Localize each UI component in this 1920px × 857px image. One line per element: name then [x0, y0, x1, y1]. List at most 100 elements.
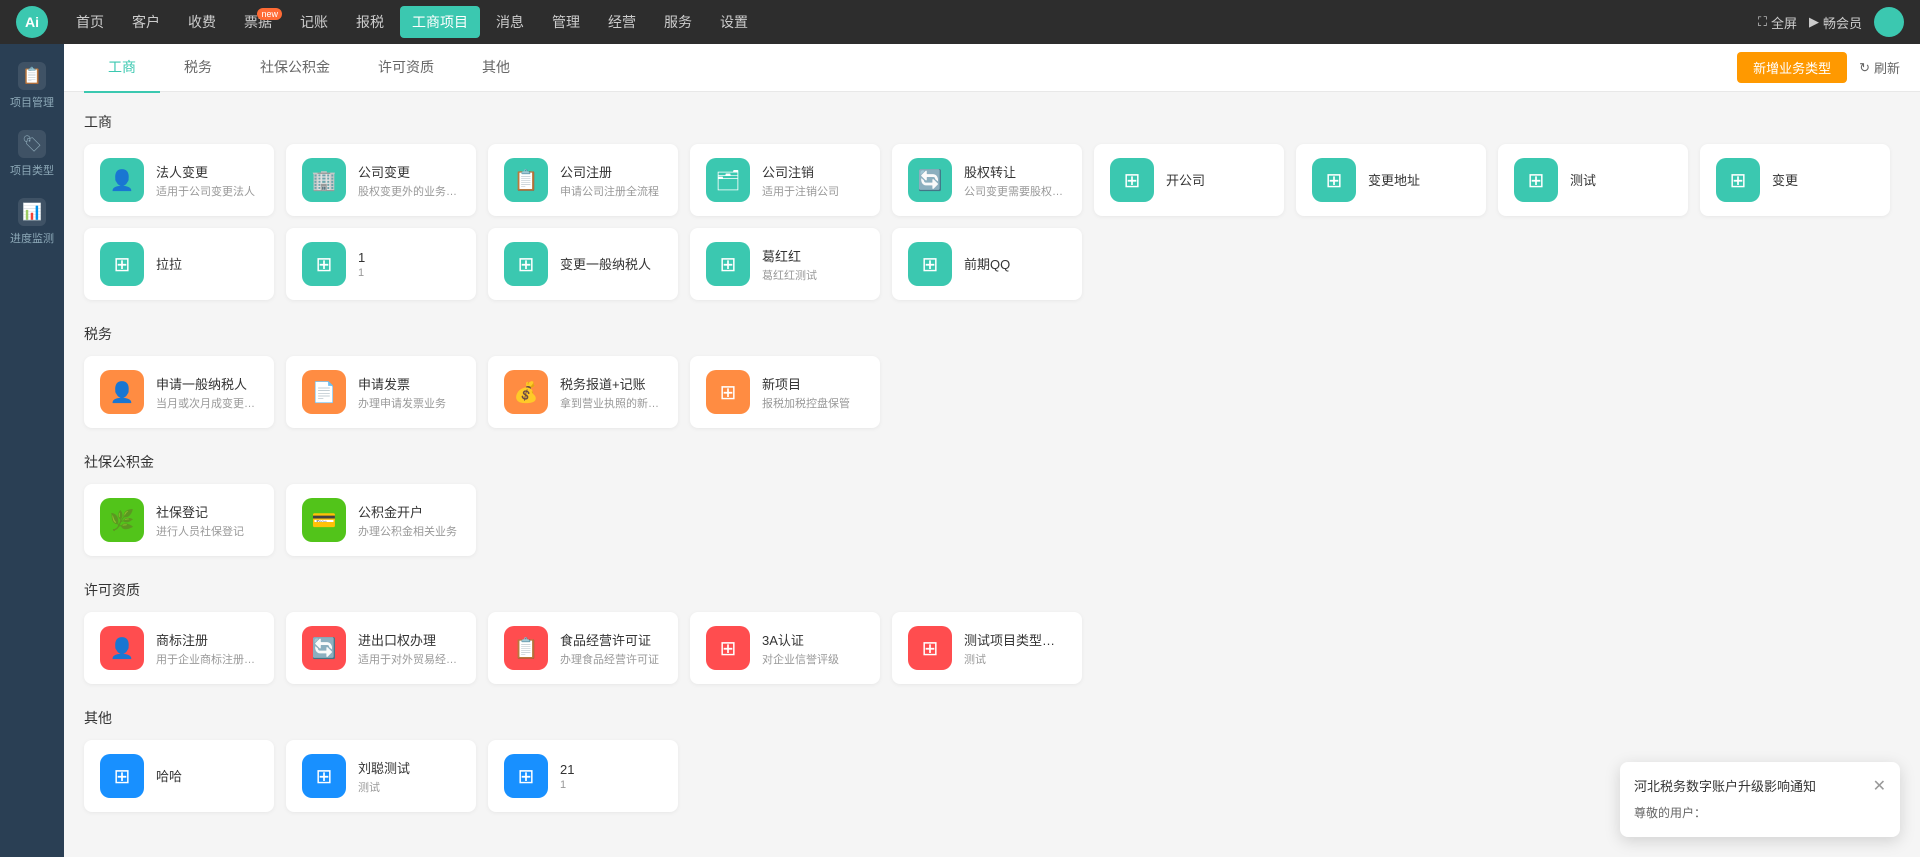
card-apply-taxpayer[interactable]: 👤 申请一般纳税人 当月或次月成变更完成: [84, 356, 274, 428]
card-social-insurance[interactable]: 🌿 社保登记 进行人员社保登记: [84, 484, 274, 556]
project-manage-icon: 📋: [18, 62, 46, 90]
nav-fee[interactable]: 收费: [176, 6, 228, 38]
top-nav: Ai 首页 客户 收费 票据 new 记账 报税 工商项目 消息 管理 经营 服…: [0, 0, 1920, 44]
notification-header: 河北税务数字账户升级影响通知 ✕: [1634, 776, 1886, 796]
card-info-liucong: 刘聪测试 测试: [358, 758, 460, 795]
card-one[interactable]: ⊞ 1 1: [286, 228, 476, 300]
card-desc-company-change: 股权变更外的业务变更: [358, 183, 460, 199]
card-icon-qianqi-qq: ⊞: [908, 242, 952, 286]
card-icon-fund-account: 💳: [302, 498, 346, 542]
card-21[interactable]: ⊞ 21 1: [488, 740, 678, 812]
card-name-test: 测试: [1570, 170, 1672, 189]
card-name-change-taxpayer: 变更一般纳税人: [560, 254, 662, 273]
card-desc-faren: 适用于公司变更法人: [156, 183, 258, 199]
card-haha[interactable]: ⊞ 哈哈: [84, 740, 274, 812]
fullscreen-icon: ⛶: [1758, 14, 1767, 30]
nav-bookkeeping[interactable]: 记账: [288, 6, 340, 38]
nav-customer[interactable]: 客户: [120, 6, 172, 38]
card-info-apply-taxpayer: 申请一般纳税人 当月或次月成变更完成: [156, 374, 258, 411]
section-title-shuiwu: 税务: [84, 324, 1900, 344]
card-desc-fund-account: 办理公积金相关业务: [358, 523, 460, 539]
card-import-export[interactable]: 🔄 进出口权办理 适用于对外贸易经营者: [286, 612, 476, 684]
card-test-type[interactable]: ⊞ 测试项目类型自定义 测试: [892, 612, 1082, 684]
xuke-cards: 👤 商标注册 用于企业商标注册服务 🔄 进出口权办理 适用于对外贸易经营者 📋: [84, 612, 1900, 684]
tab-qita[interactable]: 其他: [458, 44, 534, 93]
card-company-register[interactable]: 📋 公司注册 申请公司注册全流程: [488, 144, 678, 216]
card-trademark[interactable]: 👤 商标注册 用于企业商标注册服务: [84, 612, 274, 684]
card-icon-faren: 👤: [100, 158, 144, 202]
logo: Ai: [16, 6, 48, 38]
progress-icon: 📊: [18, 198, 46, 226]
card-equity-transfer[interactable]: 🔄 股权转让 公司变更需要股权转让: [892, 144, 1082, 216]
sidebar-item-project-type[interactable]: 🏷 项目类型: [0, 120, 64, 188]
section-title-qita: 其他: [84, 708, 1900, 728]
card-qianqi-qq[interactable]: ⊞ 前期QQ: [892, 228, 1082, 300]
card-fund-account[interactable]: 💳 公积金开户 办理公积金相关业务: [286, 484, 476, 556]
card-icon-trademark: 👤: [100, 626, 144, 670]
card-desc-gehonghong: 葛红红测试: [762, 267, 864, 283]
card-name-food-license: 食品经营许可证: [560, 630, 662, 649]
refresh-icon: ↻: [1859, 60, 1870, 76]
card-name-address: 变更地址: [1368, 170, 1470, 189]
card-name-company-register: 公司注册: [560, 162, 662, 181]
shuiwu-cards: 👤 申请一般纳税人 当月或次月成变更完成 📄 申请发票 办理申请发票业务 💰: [84, 356, 1900, 428]
tab-shuiwu[interactable]: 税务: [160, 44, 236, 93]
nav-operation[interactable]: 经营: [596, 6, 648, 38]
member-button[interactable]: ▶ 畅会员: [1809, 13, 1862, 32]
card-info-company-change: 公司变更 股权变更外的业务变更: [358, 162, 460, 199]
nav-message[interactable]: 消息: [484, 6, 536, 38]
section-title-xuke: 许可资质: [84, 580, 1900, 600]
nav-service[interactable]: 服务: [652, 6, 704, 38]
card-tax-bookkeeping[interactable]: 💰 税务报道+记账 拿到营业执照的新公司: [488, 356, 678, 428]
card-food-license[interactable]: 📋 食品经营许可证 办理食品经营许可证: [488, 612, 678, 684]
card-gehonghong[interactable]: ⊞ 葛红红 葛红红测试: [690, 228, 880, 300]
nav-home[interactable]: 首页: [64, 6, 116, 38]
refresh-button[interactable]: ↻ 刷新: [1859, 58, 1900, 77]
card-company-change[interactable]: 🏢 公司变更 股权变更外的业务变更: [286, 144, 476, 216]
card-name-apply-invoice: 申请发票: [358, 374, 460, 393]
card-info-qianqi-qq: 前期QQ: [964, 254, 1066, 275]
tab-gongshang[interactable]: 工商: [84, 44, 160, 93]
fullscreen-button[interactable]: ⛶ 全屏: [1758, 13, 1797, 32]
card-name-change: 变更: [1772, 170, 1874, 189]
card-change-address[interactable]: ⊞ 变更地址: [1296, 144, 1486, 216]
card-liucong-test[interactable]: ⊞ 刘聪测试 测试: [286, 740, 476, 812]
card-company-cancel[interactable]: 🗂 公司注销 适用于注销公司: [690, 144, 880, 216]
sidebar-item-progress[interactable]: 📊 进度监测: [0, 188, 64, 256]
card-icon-change: ⊞: [1716, 158, 1760, 202]
card-icon-test-type: ⊞: [908, 626, 952, 670]
card-3a-cert[interactable]: ⊞ 3A认证 对企业信誉评级: [690, 612, 880, 684]
card-name-haha: 哈哈: [156, 766, 258, 785]
card-change-taxpayer[interactable]: ⊞ 变更一般纳税人: [488, 228, 678, 300]
card-icon-3a-cert: ⊞: [706, 626, 750, 670]
card-name-trademark: 商标注册: [156, 630, 258, 649]
nav-business[interactable]: 工商项目: [400, 6, 480, 38]
tab-xuke[interactable]: 许可资质: [354, 44, 458, 93]
nav-settings[interactable]: 设置: [708, 6, 760, 38]
sidebar-label-project-type: 项目类型: [10, 162, 54, 178]
card-change[interactable]: ⊞ 变更: [1700, 144, 1890, 216]
card-apply-invoice[interactable]: 📄 申请发票 办理申请发票业务: [286, 356, 476, 428]
nav-tax[interactable]: 报税: [344, 6, 396, 38]
card-test[interactable]: ⊞ 测试: [1498, 144, 1688, 216]
card-info-new-project: 新项目 报税加税控盘保管: [762, 374, 864, 411]
avatar[interactable]: [1874, 7, 1904, 37]
card-name-tax-bookkeeping: 税务报道+记账: [560, 374, 662, 393]
card-desc-social-insurance: 进行人员社保登记: [156, 523, 258, 539]
card-faren-biangeng[interactable]: 👤 法人变更 适用于公司变更法人: [84, 144, 274, 216]
card-desc-3a-cert: 对企业信誉评级: [762, 651, 864, 667]
tab-shebao[interactable]: 社保公积金: [236, 44, 354, 93]
nav-ticket[interactable]: 票据 new: [232, 6, 284, 38]
card-open-company[interactable]: ⊞ 开公司: [1094, 144, 1284, 216]
card-lala[interactable]: ⊞ 拉拉: [84, 228, 274, 300]
sidebar-item-project-manage[interactable]: 📋 项目管理: [0, 52, 64, 120]
card-name-open-company: 开公司: [1166, 170, 1268, 189]
card-info-change: 变更: [1772, 170, 1874, 191]
card-icon-one: ⊞: [302, 242, 346, 286]
nav-manage[interactable]: 管理: [540, 6, 592, 38]
card-new-project[interactable]: ⊞ 新项目 报税加税控盘保管: [690, 356, 880, 428]
notification-close-button[interactable]: ✕: [1873, 776, 1886, 796]
new-type-button[interactable]: 新增业务类型: [1737, 52, 1847, 83]
nav-right: ⛶ 全屏 ▶ 畅会员: [1758, 7, 1904, 37]
card-icon-social-insurance: 🌿: [100, 498, 144, 542]
